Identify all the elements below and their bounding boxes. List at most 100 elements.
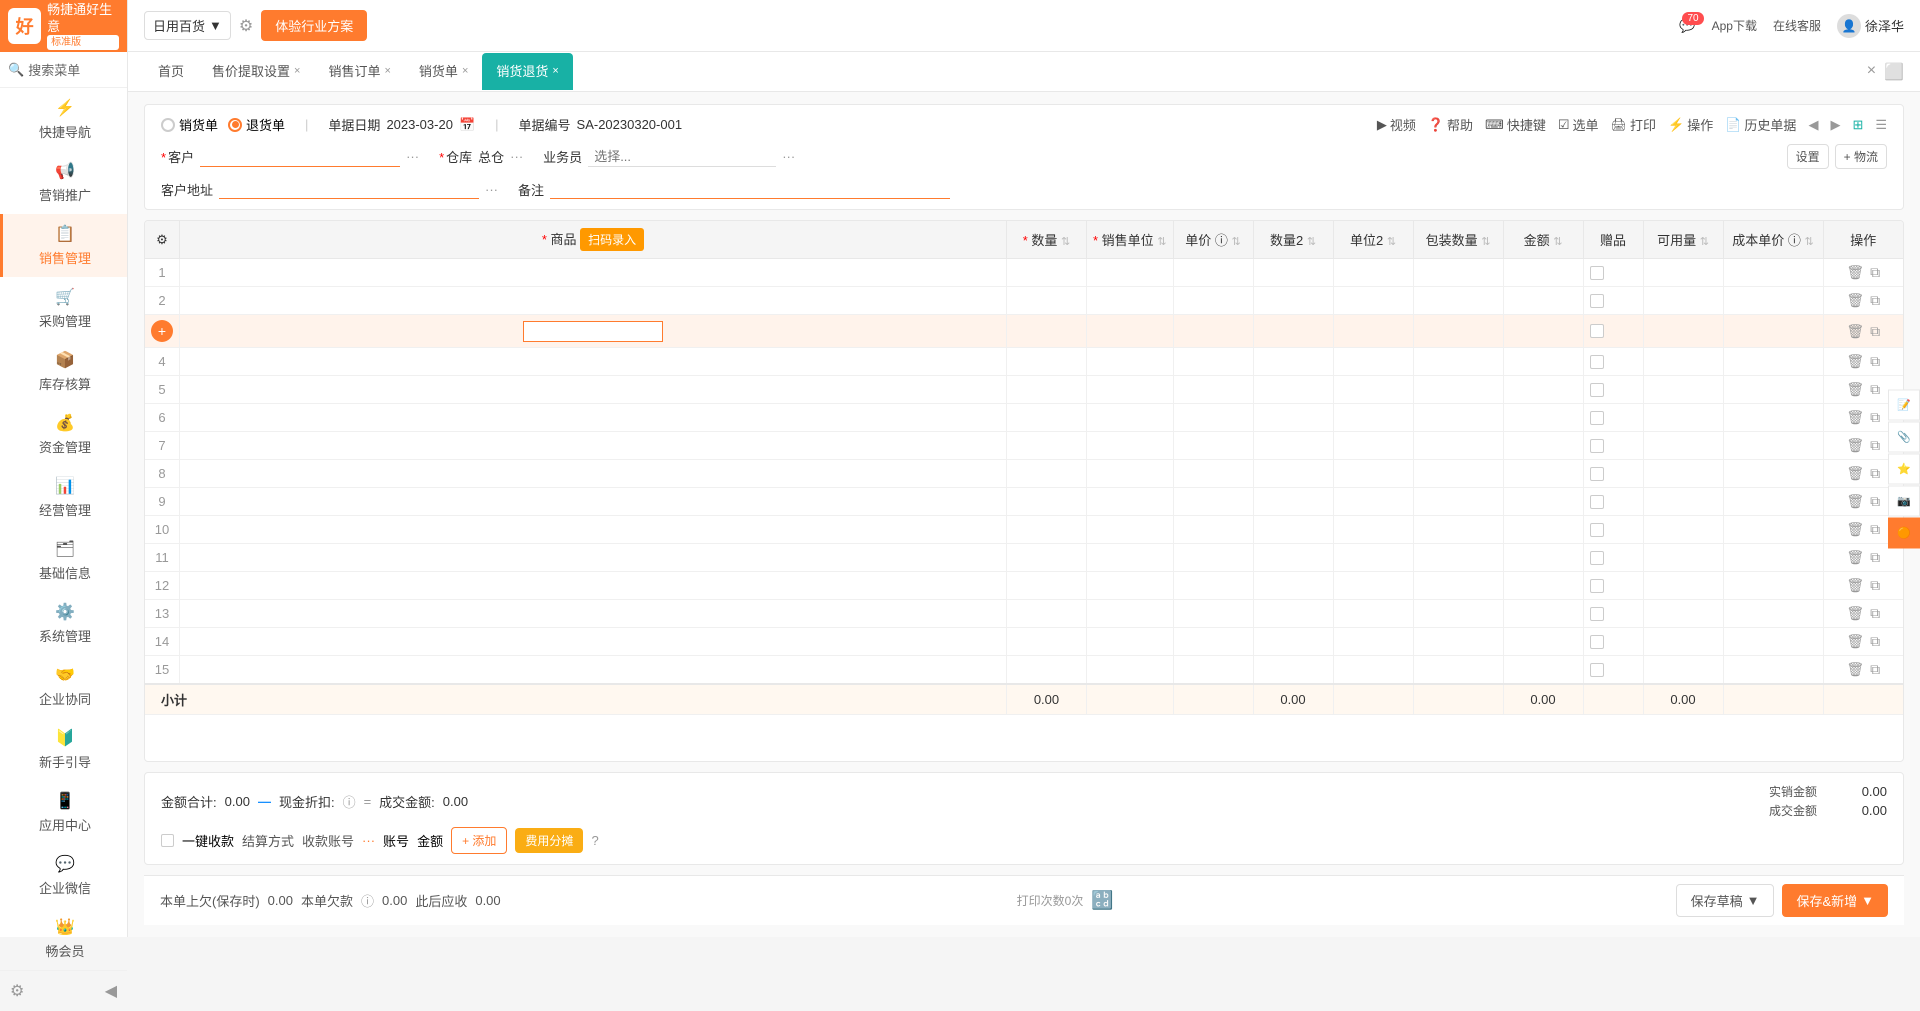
- copy-row-button[interactable]: ⧉: [1870, 323, 1880, 340]
- sidebar-item-app-center[interactable]: 📱 应用中心: [0, 781, 127, 844]
- gift-checkbox[interactable]: [1590, 635, 1604, 649]
- copy-row-button[interactable]: ⧉: [1870, 661, 1880, 678]
- customer-select-icon[interactable]: ···: [406, 149, 419, 164]
- shortcuts-btn[interactable]: ⌨ 快捷键: [1485, 115, 1546, 134]
- delete-row-button[interactable]: 🗑: [1846, 549, 1864, 566]
- message-badge[interactable]: 💬 70: [1679, 18, 1695, 34]
- sidebar-item-system[interactable]: ⚙️ 系统管理: [0, 592, 127, 655]
- delete-row-button[interactable]: 🗑: [1846, 521, 1864, 538]
- gift-checkbox[interactable]: [1590, 495, 1604, 509]
- sidebar-item-inventory[interactable]: 📦 库存核算: [0, 340, 127, 403]
- delete-row-button[interactable]: 🗑: [1846, 577, 1864, 594]
- copy-row-button[interactable]: ⧉: [1870, 353, 1880, 370]
- goods-cell[interactable]: [180, 348, 1007, 376]
- delete-row-button[interactable]: 🗑: [1846, 633, 1864, 650]
- address-select-icon[interactable]: ···: [485, 182, 498, 197]
- goods-cell[interactable]: [180, 404, 1007, 432]
- copy-row-button[interactable]: ⧉: [1870, 264, 1880, 281]
- goods-cell[interactable]: [180, 516, 1007, 544]
- goods-cell[interactable]: [180, 460, 1007, 488]
- settings-icon[interactable]: ⚙: [10, 981, 24, 1001]
- copy-row-button[interactable]: ⧉: [1870, 633, 1880, 650]
- float-btn-qr[interactable]: 📷: [1888, 485, 1920, 516]
- nav-next-icon[interactable]: ▶: [1830, 117, 1840, 133]
- delete-row-button[interactable]: 🗑: [1846, 661, 1864, 678]
- sidebar-item-sales[interactable]: 📋 销售管理: [0, 214, 127, 277]
- delete-row-button[interactable]: 🗑: [1846, 292, 1864, 309]
- tab-close-sales[interactable]: ×: [462, 65, 468, 77]
- gift-checkbox[interactable]: [1590, 355, 1604, 369]
- copy-row-button[interactable]: ⧉: [1870, 409, 1880, 426]
- th-unit2[interactable]: 单位2 ⇅: [1333, 221, 1413, 259]
- tab-close-sales-order[interactable]: ×: [384, 65, 390, 77]
- select-btn[interactable]: ☑ 选单: [1558, 115, 1599, 134]
- add-row-button[interactable]: +: [151, 320, 173, 342]
- print-btn[interactable]: 🖨 打印: [1611, 115, 1657, 134]
- app-download-link[interactable]: App下载: [1712, 17, 1757, 34]
- th-unit[interactable]: * 销售单位 ⇅: [1086, 221, 1173, 259]
- gift-checkbox[interactable]: [1590, 579, 1604, 593]
- th-price[interactable]: 单价 ⓘ ⇅: [1173, 221, 1253, 259]
- float-btn-notes[interactable]: 📝: [1888, 389, 1920, 420]
- gift-checkbox[interactable]: [1590, 411, 1604, 425]
- save-draft-button[interactable]: 保存草稿 ▼: [1676, 884, 1775, 917]
- gift-checkbox[interactable]: [1590, 439, 1604, 453]
- staff-select-icon[interactable]: ···: [782, 149, 795, 164]
- copy-row-button[interactable]: ⧉: [1870, 549, 1880, 566]
- delete-row-button[interactable]: 🗑: [1846, 323, 1864, 340]
- goods-cell[interactable]: [180, 315, 1007, 348]
- tab-sales[interactable]: 销货单 ×: [405, 53, 482, 90]
- delete-row-button[interactable]: 🗑: [1846, 437, 1864, 454]
- goods-input[interactable]: [523, 321, 663, 342]
- delete-row-button[interactable]: 🗑: [1846, 353, 1864, 370]
- delete-row-button[interactable]: 🗑: [1846, 465, 1864, 482]
- goods-cell[interactable]: [180, 376, 1007, 404]
- th-quantity[interactable]: * 数量 ⇅: [1006, 221, 1086, 259]
- radio-return[interactable]: 退货单: [228, 115, 285, 134]
- goods-cell[interactable]: [180, 600, 1007, 628]
- float-btn-active[interactable]: 🟠: [1888, 517, 1920, 548]
- goods-cell[interactable]: [180, 656, 1007, 685]
- fee-question-icon[interactable]: ?: [591, 833, 598, 848]
- tab-sales-order[interactable]: 销售订单 ×: [314, 53, 404, 90]
- sidebar-item-finance[interactable]: 💰 资金管理: [0, 403, 127, 466]
- online-service-link[interactable]: 在线客服: [1773, 17, 1821, 34]
- tab-sales-return[interactable]: 销货退货 ×: [482, 53, 572, 90]
- gift-checkbox[interactable]: [1590, 523, 1604, 537]
- search-menu[interactable]: 🔍 搜索菜单: [0, 52, 127, 88]
- gift-checkbox[interactable]: [1590, 294, 1604, 308]
- delete-row-button[interactable]: 🗑: [1846, 605, 1864, 622]
- try-industry-button[interactable]: 体验行业方案: [261, 10, 367, 41]
- video-btn[interactable]: ▶ 视频: [1377, 115, 1416, 134]
- close-tab-icon[interactable]: ×: [1867, 62, 1876, 82]
- gift-checkbox[interactable]: [1590, 324, 1604, 338]
- tab-close-sales-return[interactable]: ×: [552, 65, 558, 77]
- gift-checkbox[interactable]: [1590, 663, 1604, 677]
- copy-row-button[interactable]: ⧉: [1870, 521, 1880, 538]
- settings-button[interactable]: 设置: [1787, 144, 1829, 169]
- th-cost-price[interactable]: 成本单价 ⓘ ⇅: [1723, 221, 1823, 259]
- history-btn[interactable]: 📄 历史单据: [1725, 115, 1796, 134]
- gift-checkbox[interactable]: [1590, 266, 1604, 280]
- help-btn[interactable]: ❓ 帮助: [1428, 115, 1473, 134]
- gift-checkbox[interactable]: [1590, 383, 1604, 397]
- remark-input[interactable]: [550, 179, 950, 199]
- minus-icon[interactable]: —: [258, 794, 271, 809]
- goods-cell[interactable]: [180, 544, 1007, 572]
- industry-select[interactable]: 日用百货 ▼: [144, 11, 231, 40]
- th-goods[interactable]: * 商品 扫码录入: [180, 221, 1007, 259]
- one-click-payment-checkbox[interactable]: [161, 834, 174, 847]
- copy-row-button[interactable]: ⧉: [1870, 381, 1880, 398]
- sidebar-item-operations[interactable]: 📊 经营管理: [0, 466, 127, 529]
- gift-checkbox[interactable]: [1590, 551, 1604, 565]
- save-new-button[interactable]: 保存&新增 ▼: [1782, 884, 1888, 917]
- float-btn-attachment[interactable]: 📎: [1888, 421, 1920, 452]
- add-payment-btn[interactable]: + 添加: [451, 827, 507, 854]
- copy-row-button[interactable]: ⧉: [1870, 292, 1880, 309]
- delete-row-button[interactable]: 🗑: [1846, 264, 1864, 281]
- goods-cell[interactable]: [180, 572, 1007, 600]
- sidebar-item-basic-info[interactable]: 🗂 基础信息: [0, 529, 127, 592]
- delete-row-button[interactable]: 🗑: [1846, 409, 1864, 426]
- goods-cell[interactable]: [180, 628, 1007, 656]
- calendar-icon[interactable]: 📅: [459, 117, 475, 133]
